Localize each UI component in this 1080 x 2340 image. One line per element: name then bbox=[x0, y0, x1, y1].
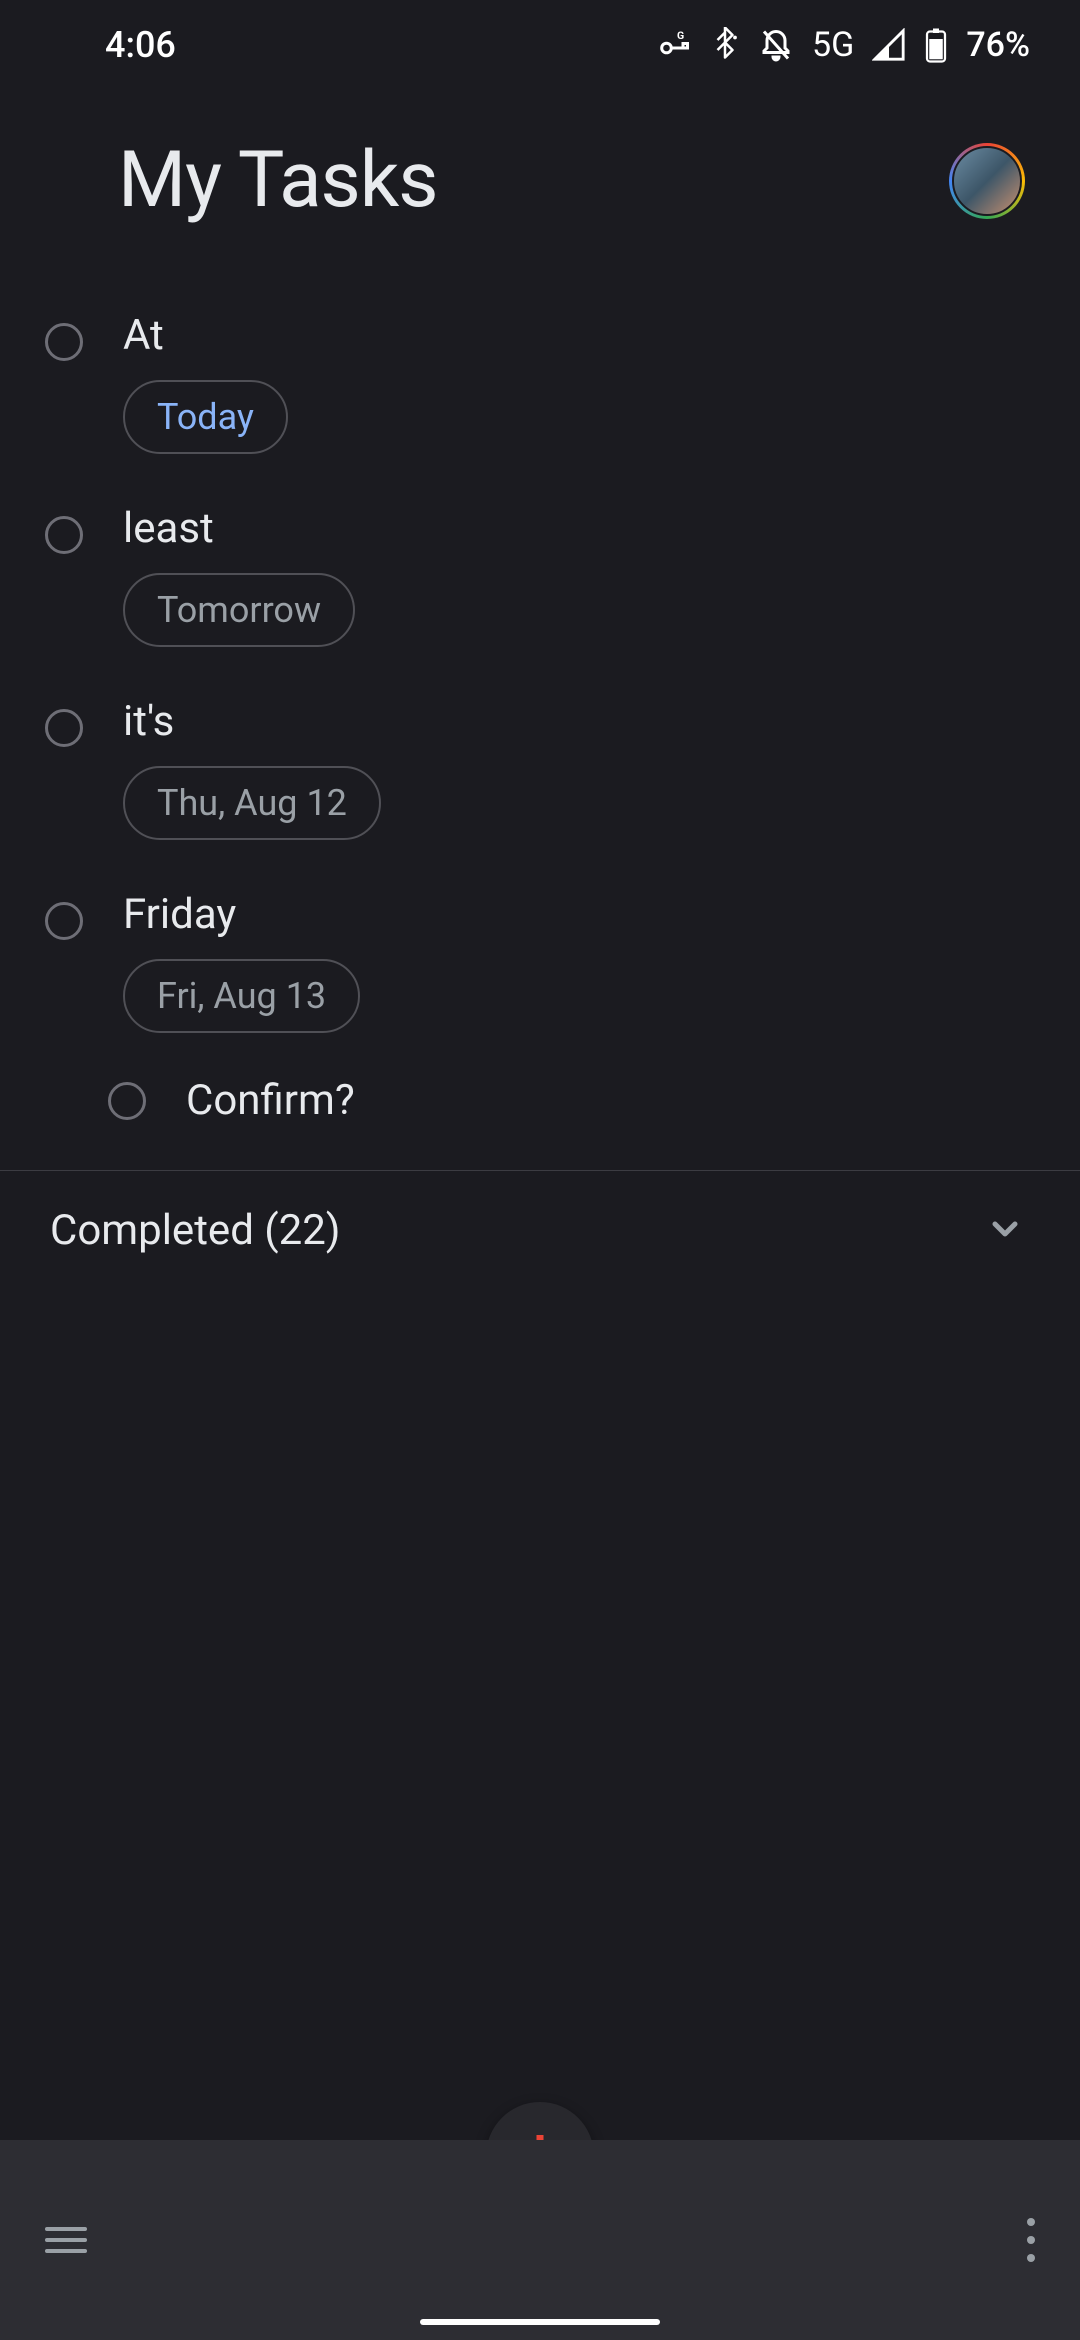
battery-percent: 76% bbox=[966, 25, 1030, 65]
bottom-app-bar bbox=[0, 2140, 1080, 2340]
status-bar: 4:06 G 5G 76% bbox=[0, 0, 1080, 90]
network-label: 5G bbox=[812, 25, 854, 65]
home-indicator[interactable] bbox=[420, 2319, 660, 2325]
task-date-chip[interactable]: Today bbox=[123, 380, 288, 454]
menu-icon[interactable] bbox=[45, 2227, 87, 2253]
status-right: G 5G 76% bbox=[656, 25, 1030, 65]
account-avatar[interactable] bbox=[949, 143, 1025, 219]
task-content: Friday Fri, Aug 13 bbox=[123, 890, 1025, 1033]
dnd-icon bbox=[758, 27, 794, 63]
task-content: At Today bbox=[123, 311, 1025, 454]
completed-label: Completed (22) bbox=[50, 1206, 341, 1255]
task-date-chip[interactable]: Thu, Aug 12 bbox=[123, 766, 381, 840]
vpn-key-icon: G bbox=[656, 27, 692, 63]
task-title: least bbox=[123, 504, 1025, 553]
battery-icon bbox=[924, 27, 948, 63]
task-item[interactable]: At Today bbox=[0, 286, 1080, 479]
task-list: At Today least Tomorrow it's Thu, Aug 12… bbox=[0, 256, 1080, 1155]
task-content: it's Thu, Aug 12 bbox=[123, 697, 1025, 840]
task-date-chip[interactable]: Fri, Aug 13 bbox=[123, 959, 360, 1033]
avatar-image bbox=[952, 146, 1022, 216]
page-title: My Tasks bbox=[118, 135, 438, 226]
header: My Tasks bbox=[0, 90, 1080, 256]
chevron-down-icon bbox=[985, 1209, 1025, 1253]
task-date-chip[interactable]: Tomorrow bbox=[123, 573, 355, 647]
task-checkbox[interactable] bbox=[45, 516, 83, 554]
task-item[interactable]: least Tomorrow bbox=[0, 479, 1080, 672]
task-title: it's bbox=[123, 697, 1025, 746]
more-vert-icon[interactable] bbox=[1027, 2218, 1035, 2262]
task-item[interactable]: it's Thu, Aug 12 bbox=[0, 672, 1080, 865]
task-checkbox[interactable] bbox=[45, 709, 83, 747]
task-item[interactable]: Friday Fri, Aug 13 bbox=[0, 865, 1080, 1058]
subtask-checkbox[interactable] bbox=[108, 1082, 146, 1120]
status-time: 4:06 bbox=[105, 24, 176, 66]
subtask-item[interactable]: Confirm? bbox=[0, 1058, 1080, 1155]
svg-text:G: G bbox=[677, 29, 684, 42]
signal-icon bbox=[872, 28, 906, 62]
completed-section[interactable]: Completed (22) bbox=[0, 1171, 1080, 1290]
task-checkbox[interactable] bbox=[45, 902, 83, 940]
task-title: At bbox=[123, 311, 1025, 360]
task-title: Friday bbox=[123, 890, 1025, 939]
bluetooth-icon bbox=[710, 27, 740, 63]
subtask-title: Confirm? bbox=[186, 1076, 355, 1125]
task-checkbox[interactable] bbox=[45, 323, 83, 361]
task-content: least Tomorrow bbox=[123, 504, 1025, 647]
